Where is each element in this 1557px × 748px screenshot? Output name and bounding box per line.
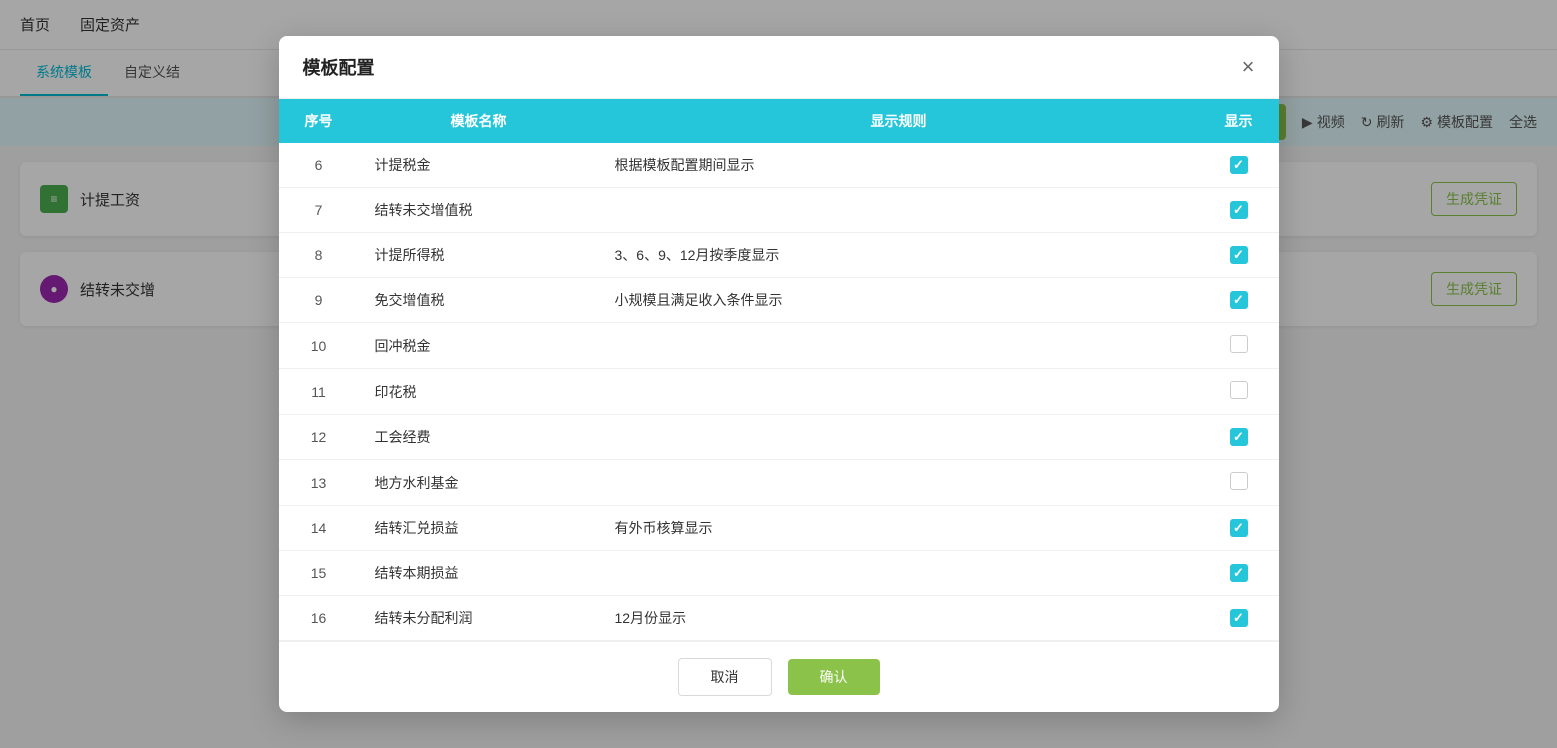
cell-index: 16 <box>279 596 359 641</box>
cell-name: 结转未分配利润 <box>359 596 599 641</box>
cell-rule <box>599 369 1199 415</box>
checkbox-6[interactable] <box>1230 156 1248 174</box>
cell-name: 结转汇兑损益 <box>359 506 599 551</box>
cell-checkbox <box>1199 596 1279 641</box>
cell-rule <box>599 415 1199 460</box>
checkbox-13[interactable] <box>1230 472 1248 490</box>
modal-close-button[interactable]: × <box>1242 56 1255 78</box>
table-row: 15结转本期损益 <box>279 551 1279 596</box>
cell-name: 地方水利基金 <box>359 460 599 506</box>
col-header-index: 序号 <box>279 99 359 143</box>
checkbox-11[interactable] <box>1230 381 1248 399</box>
cell-index: 8 <box>279 233 359 278</box>
table-row: 16结转未分配利润12月份显示 <box>279 596 1279 641</box>
cell-rule <box>599 188 1199 233</box>
cell-checkbox <box>1199 506 1279 551</box>
cell-rule: 有外币核算显示 <box>599 506 1199 551</box>
col-header-name: 模板名称 <box>359 99 599 143</box>
table-body: 6计提税金根据模板配置期间显示7结转未交增值税8计提所得税3、6、9、12月按季… <box>279 143 1279 641</box>
cell-checkbox <box>1199 278 1279 323</box>
checkbox-7[interactable] <box>1230 201 1248 219</box>
cell-name: 结转本期损益 <box>359 551 599 596</box>
cell-index: 7 <box>279 188 359 233</box>
table-row: 7结转未交增值税 <box>279 188 1279 233</box>
cell-checkbox <box>1199 369 1279 415</box>
cell-checkbox <box>1199 188 1279 233</box>
cell-checkbox <box>1199 323 1279 369</box>
table-row: 9免交增值税小规模且满足收入条件显示 <box>279 278 1279 323</box>
background-page: 首页 固定资产 系统模板 自定义结 测算金额 ▶ 视频 ↻ 刷新 ⚙ 模板配置 … <box>0 0 1557 748</box>
table-row: 8计提所得税3、6、9、12月按季度显示 <box>279 233 1279 278</box>
table-header-row: 序号 模板名称 显示规则 显示 <box>279 99 1279 143</box>
modal-body: 序号 模板名称 显示规则 显示 6计提税金根据模板配置期间显示7结转未交增值税8… <box>279 99 1279 641</box>
checkbox-8[interactable] <box>1230 246 1248 264</box>
checkbox-14[interactable] <box>1230 519 1248 537</box>
cell-index: 11 <box>279 369 359 415</box>
cell-checkbox <box>1199 415 1279 460</box>
cell-name: 免交增值税 <box>359 278 599 323</box>
table-row: 10回冲税金 <box>279 323 1279 369</box>
cell-rule <box>599 460 1199 506</box>
cell-index: 14 <box>279 506 359 551</box>
cell-rule: 根据模板配置期间显示 <box>599 143 1199 188</box>
cell-checkbox <box>1199 460 1279 506</box>
cell-checkbox <box>1199 551 1279 596</box>
cell-name: 计提所得税 <box>359 233 599 278</box>
table-row: 14结转汇兑损益有外币核算显示 <box>279 506 1279 551</box>
cell-checkbox <box>1199 233 1279 278</box>
checkbox-16[interactable] <box>1230 609 1248 627</box>
table-row: 12工会经费 <box>279 415 1279 460</box>
cell-name: 印花税 <box>359 369 599 415</box>
cell-index: 15 <box>279 551 359 596</box>
checkbox-9[interactable] <box>1230 291 1248 309</box>
modal-title: 模板配置 <box>303 54 375 80</box>
config-table: 序号 模板名称 显示规则 显示 6计提税金根据模板配置期间显示7结转未交增值税8… <box>279 99 1279 641</box>
template-config-modal: 模板配置 × 序号 模板名称 显示规则 显示 6计提税金根据模板配置期间 <box>279 36 1279 712</box>
checkbox-10[interactable] <box>1230 335 1248 353</box>
modal-overlay: 模板配置 × 序号 模板名称 显示规则 显示 6计提税金根据模板配置期间 <box>0 0 1557 748</box>
table-row: 6计提税金根据模板配置期间显示 <box>279 143 1279 188</box>
cell-index: 10 <box>279 323 359 369</box>
cell-name: 回冲税金 <box>359 323 599 369</box>
cell-index: 13 <box>279 460 359 506</box>
table-row: 11印花税 <box>279 369 1279 415</box>
cell-name: 结转未交增值税 <box>359 188 599 233</box>
cancel-button[interactable]: 取消 <box>678 658 772 696</box>
checkbox-15[interactable] <box>1230 564 1248 582</box>
cell-index: 12 <box>279 415 359 460</box>
cell-index: 9 <box>279 278 359 323</box>
col-header-display: 显示 <box>1199 99 1279 143</box>
table-row: 13地方水利基金 <box>279 460 1279 506</box>
cell-checkbox <box>1199 143 1279 188</box>
cell-rule: 小规模且满足收入条件显示 <box>599 278 1199 323</box>
checkbox-12[interactable] <box>1230 428 1248 446</box>
cell-rule: 3、6、9、12月按季度显示 <box>599 233 1199 278</box>
cell-name: 工会经费 <box>359 415 599 460</box>
cell-rule <box>599 551 1199 596</box>
col-header-rule: 显示规则 <box>599 99 1199 143</box>
modal-footer: 取消 确认 <box>279 641 1279 712</box>
cell-rule <box>599 323 1199 369</box>
cell-index: 6 <box>279 143 359 188</box>
confirm-button[interactable]: 确认 <box>788 659 880 695</box>
cell-rule: 12月份显示 <box>599 596 1199 641</box>
cell-name: 计提税金 <box>359 143 599 188</box>
modal-header: 模板配置 × <box>279 36 1279 99</box>
